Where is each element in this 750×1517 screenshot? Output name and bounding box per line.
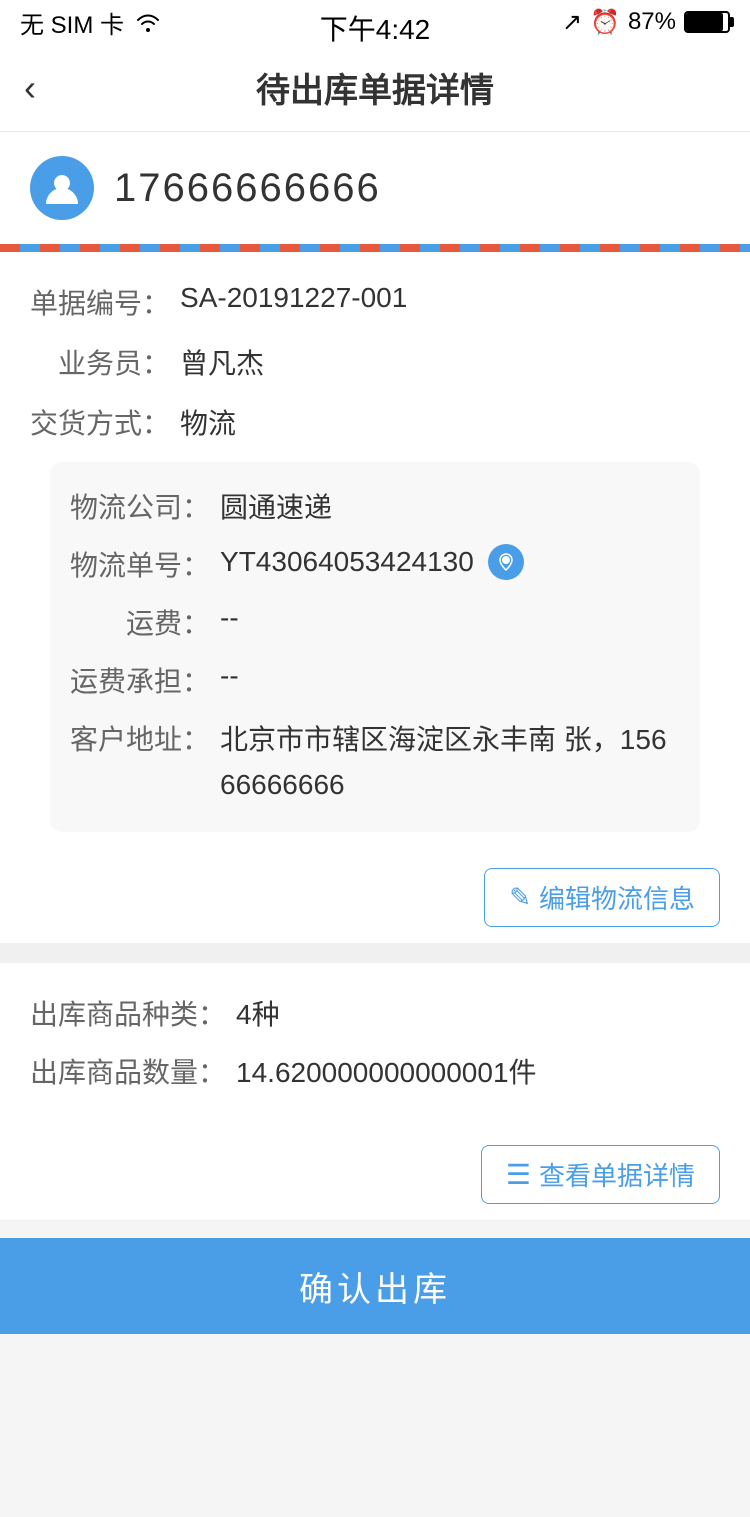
edit-logistics-button[interactable]: ✎ 编辑物流信息 [484, 868, 720, 927]
avatar-icon [42, 168, 82, 208]
logistics-card: 物流公司： 圆通速递 物流单号： YT43064053424130 运费： [50, 462, 700, 832]
freight-value: -- [220, 602, 680, 634]
salesman-row: 业务员： 曾凡杰 [30, 342, 720, 382]
tracking-value: YT43064053424130 [220, 544, 680, 580]
salesman-value: 曾凡杰 [180, 342, 720, 382]
address-value: 北京市市辖区海淀区永丰南 张，156 66666666 [220, 718, 680, 808]
view-detail-button[interactable]: ☰ 查看单据详情 [481, 1145, 720, 1204]
edit-btn-wrapper: ✎ 编辑物流信息 [0, 852, 750, 943]
wifi-icon [134, 12, 162, 32]
status-bar: 无 SIM 卡 下午4:42 ↗ ⏰ 87% [0, 0, 750, 44]
product-types-row: 出库商品种类： 4种 [30, 993, 720, 1033]
view-detail-wrapper: ☰ 查看单据详情 [0, 1129, 750, 1221]
confirm-button[interactable]: 确认出库 [0, 1238, 750, 1334]
status-time: 下午4:42 [320, 8, 431, 48]
order-number-row: 单据编号： SA-20191227-001 [30, 282, 720, 322]
logistics-company-value: 圆通速递 [220, 486, 680, 526]
address-label: 客户地址： [70, 718, 210, 758]
section-divider-1 [0, 943, 750, 963]
tracking-label: 物流单号： [70, 544, 210, 584]
user-phone: 17666666666 [114, 166, 381, 211]
battery-icon [684, 11, 730, 33]
edit-btn-label: 编辑物流信息 [539, 879, 695, 916]
list-icon: ☰ [506, 1158, 531, 1191]
order-number-value: SA-20191227-001 [180, 282, 720, 314]
product-quantity-label: 出库商品数量： [30, 1051, 226, 1091]
location-icon-status: ↗ [562, 8, 582, 37]
product-types-label: 出库商品种类： [30, 993, 226, 1033]
freight-bear-value: -- [220, 660, 680, 692]
map-pin-icon [496, 552, 516, 572]
product-types-value: 4种 [236, 993, 720, 1033]
tracking-row: 物流单号： YT43064053424130 [70, 544, 680, 584]
user-header: 17666666666 [0, 132, 750, 244]
alarm-icon: ⏰ [590, 8, 620, 37]
logistics-company-label: 物流公司： [70, 486, 210, 526]
freight-bear-label: 运费承担： [70, 660, 210, 700]
product-section: 出库商品种类： 4种 出库商品数量： 14.620000000000001件 [0, 963, 750, 1129]
back-button[interactable]: ‹ [24, 67, 36, 109]
order-info-section: 单据编号： SA-20191227-001 业务员： 曾凡杰 交货方式： 物流 … [0, 252, 750, 852]
delivery-row: 交货方式： 物流 [30, 402, 720, 442]
tracking-number: YT43064053424130 [220, 546, 474, 578]
page-title: 待出库单据详情 [256, 63, 494, 112]
freight-bear-row: 运费承担： -- [70, 660, 680, 700]
address-row: 客户地址： 北京市市辖区海淀区永丰南 张，156 66666666 [70, 718, 680, 808]
battery-text: 87% [628, 8, 676, 36]
freight-label: 运费： [70, 602, 210, 642]
status-right: ↗ ⏰ 87% [562, 8, 730, 37]
status-left: 无 SIM 卡 [20, 5, 162, 40]
view-detail-label: 查看单据详情 [539, 1156, 695, 1193]
product-quantity-value: 14.620000000000001件 [236, 1051, 720, 1091]
nav-bar: ‹ 待出库单据详情 [0, 44, 750, 132]
tracking-location-icon[interactable] [488, 544, 524, 580]
delivery-label: 交货方式： [30, 402, 170, 442]
carrier-text: 无 SIM 卡 [20, 5, 124, 40]
salesman-label: 业务员： [30, 342, 170, 382]
logistics-company-row: 物流公司： 圆通速递 [70, 486, 680, 526]
edit-icon: ✎ [509, 882, 531, 913]
product-quantity-row: 出库商品数量： 14.620000000000001件 [30, 1051, 720, 1091]
user-avatar [30, 156, 94, 220]
delivery-value: 物流 [180, 402, 720, 442]
confirm-btn-text: 确认出库 [299, 1262, 451, 1311]
dashed-divider [0, 244, 750, 252]
freight-row: 运费： -- [70, 602, 680, 642]
order-number-label: 单据编号： [30, 282, 170, 322]
